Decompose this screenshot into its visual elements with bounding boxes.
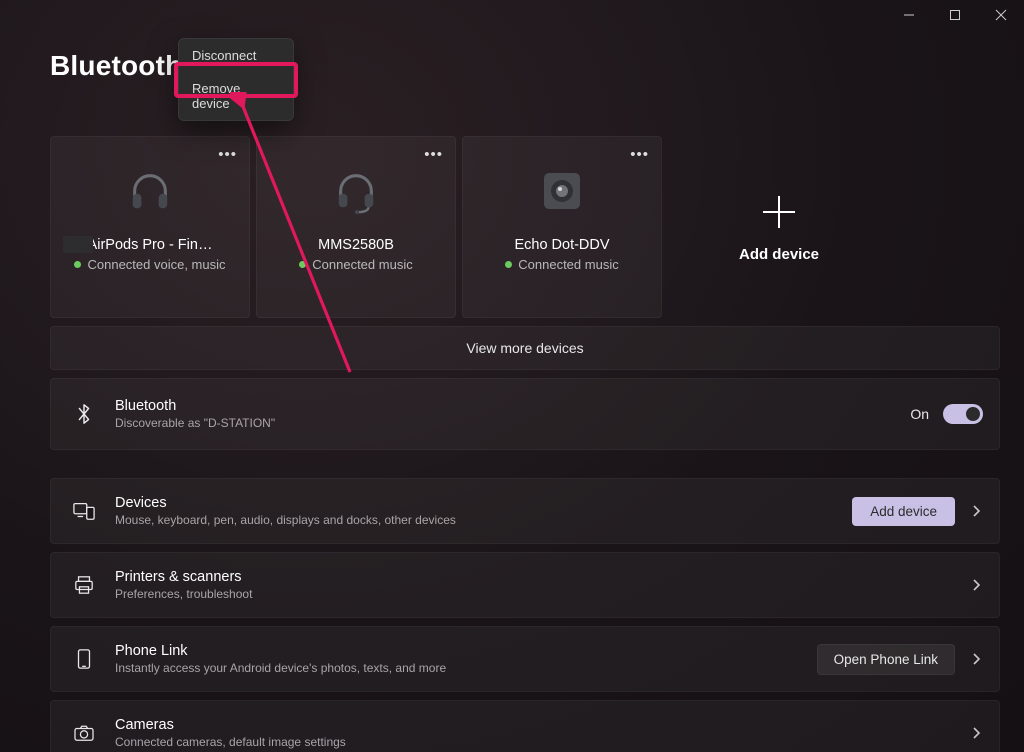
row-subtitle: Connected cameras, default image setting… (115, 735, 949, 749)
ctx-disconnect[interactable]: Disconnect (179, 39, 293, 72)
printer-icon (73, 574, 95, 596)
device-card-mms2580b[interactable]: ••• MMS2580B Connected music (256, 136, 456, 318)
bluetooth-toggle[interactable] (943, 404, 983, 424)
card-more-icon[interactable]: ••• (218, 147, 237, 162)
card-more-icon[interactable]: ••• (424, 147, 443, 162)
phone-icon (73, 648, 95, 670)
device-status: Connected voice, music (87, 257, 225, 272)
bluetooth-subtitle: Discoverable as "D-STATION" (115, 416, 890, 430)
window-controls (886, 0, 1024, 30)
close-button[interactable] (978, 0, 1024, 30)
row-devices[interactable]: Devices Mouse, keyboard, pen, audio, dis… (50, 478, 1000, 544)
device-grid: ••• AirPods Pro - Fin… Connected voice, … (50, 136, 1000, 318)
device-status: Connected music (312, 257, 412, 272)
row-title: Phone Link (115, 643, 797, 659)
bluetooth-toggle-row[interactable]: Bluetooth Discoverable as "D-STATION" On (50, 378, 1000, 450)
devices-icon (73, 500, 95, 522)
row-printers[interactable]: Printers & scanners Preferences, trouble… (50, 552, 1000, 618)
add-device-label: Add device (739, 246, 819, 263)
view-more-devices[interactable]: View more devices (50, 326, 1000, 370)
status-dot-icon (505, 261, 512, 268)
row-title: Devices (115, 495, 832, 511)
view-more-label: View more devices (466, 340, 583, 356)
plus-icon (759, 192, 799, 232)
row-phone-link[interactable]: Phone Link Instantly access your Android… (50, 626, 1000, 692)
device-context-menu: Disconnect Remove device (178, 38, 294, 121)
chevron-right-icon (969, 652, 983, 666)
status-dot-icon (74, 261, 81, 268)
chevron-right-icon (969, 504, 983, 518)
device-name: MMS2580B (318, 237, 394, 253)
chevron-right-icon (969, 578, 983, 592)
add-device-button[interactable]: Add device (852, 497, 955, 526)
device-card-airpods[interactable]: ••• AirPods Pro - Fin… Connected voice, … (50, 136, 250, 318)
add-device-card[interactable]: Add device (668, 136, 890, 318)
camera-icon (73, 722, 95, 744)
row-cameras[interactable]: Cameras Connected cameras, default image… (50, 700, 1000, 752)
device-name: AirPods Pro - Fin… (88, 237, 213, 253)
row-title: Cameras (115, 717, 949, 733)
speaker-icon (538, 167, 586, 215)
row-title: Printers & scanners (115, 569, 949, 585)
open-phone-link-button[interactable]: Open Phone Link (817, 644, 955, 675)
bluetooth-state-label: On (910, 406, 929, 422)
device-name: Echo Dot-DDV (514, 237, 609, 253)
minimize-button[interactable] (886, 0, 932, 30)
headphones-icon (126, 167, 174, 215)
device-card-echo-dot[interactable]: ••• Echo Dot-DDV Connected music (462, 136, 662, 318)
ctx-remove-device[interactable]: Remove device (179, 72, 293, 120)
card-more-icon[interactable]: ••• (630, 147, 649, 162)
redaction-block (63, 236, 93, 253)
headset-icon (332, 167, 380, 215)
chevron-right-icon (969, 726, 983, 740)
row-subtitle: Mouse, keyboard, pen, audio, displays an… (115, 513, 832, 527)
bluetooth-icon (73, 403, 95, 425)
row-subtitle: Preferences, troubleshoot (115, 587, 949, 601)
bluetooth-title: Bluetooth (115, 398, 890, 414)
status-dot-icon (299, 261, 306, 268)
maximize-button[interactable] (932, 0, 978, 30)
row-subtitle: Instantly access your Android device's p… (115, 661, 797, 675)
device-status: Connected music (518, 257, 618, 272)
